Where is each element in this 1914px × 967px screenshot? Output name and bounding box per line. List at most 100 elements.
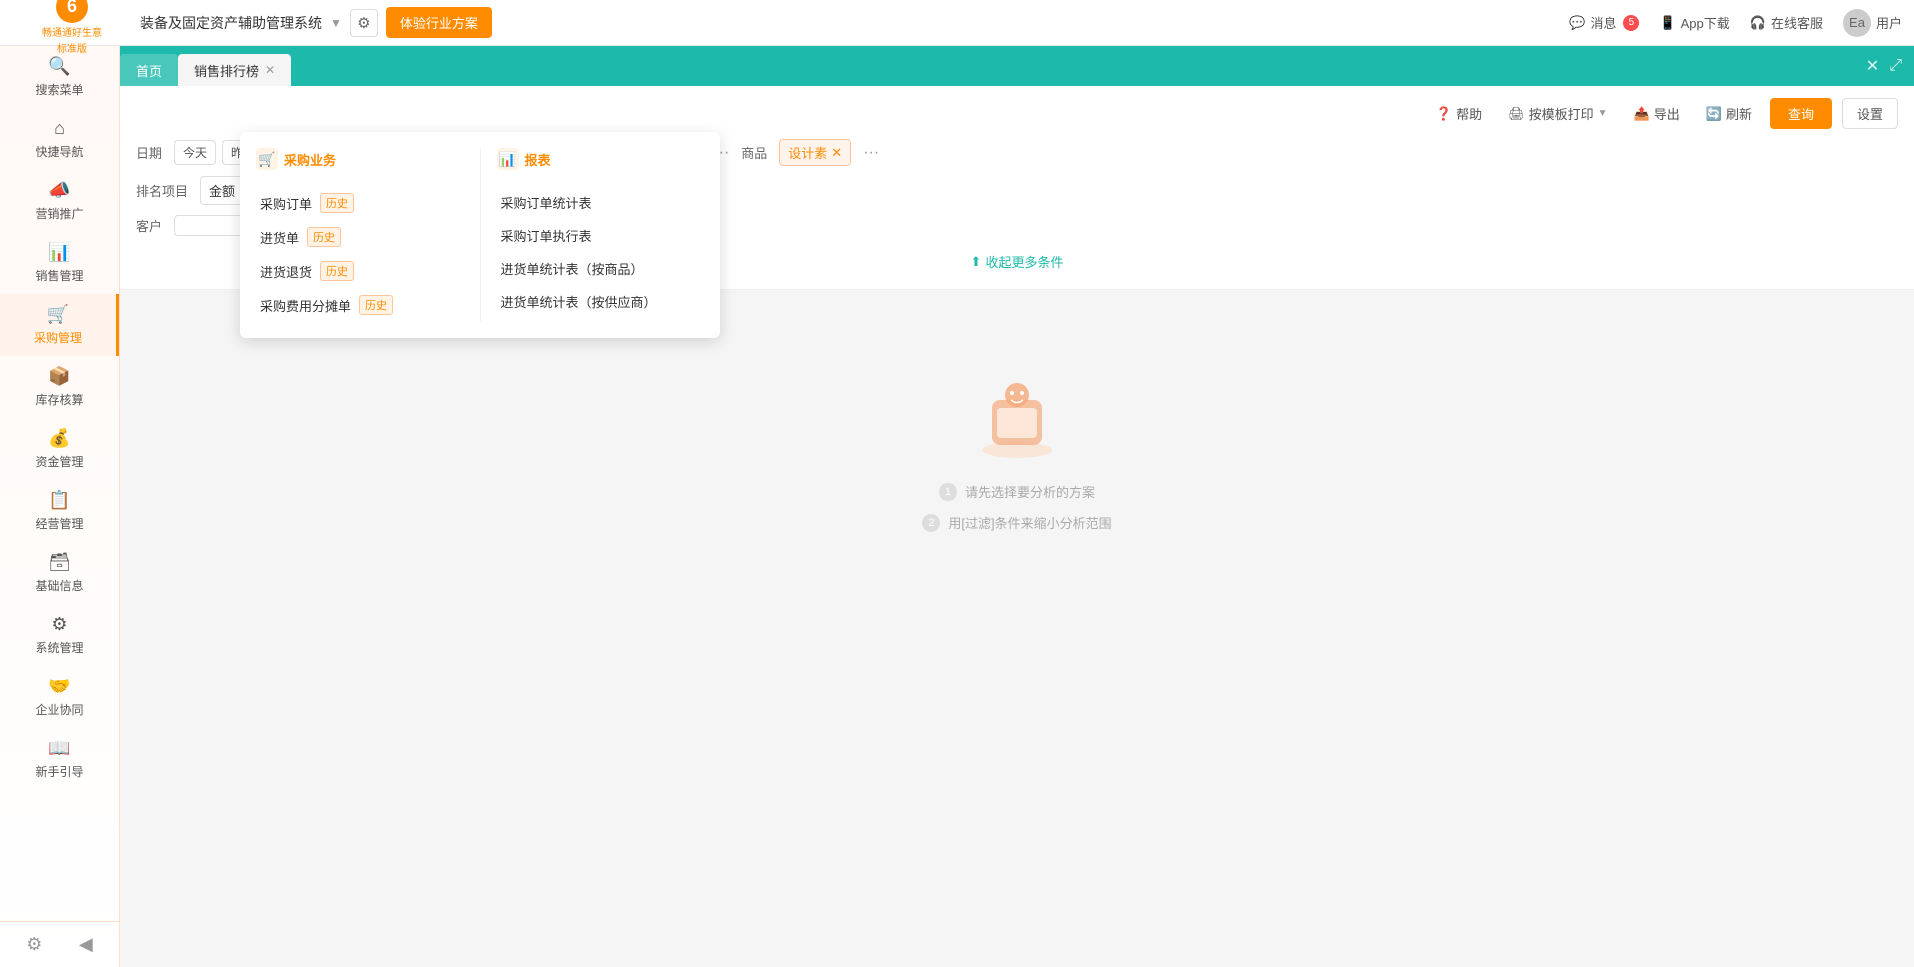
- tab-home[interactable]: 首页: [120, 54, 178, 86]
- purchase-report-label: 报表: [525, 150, 551, 169]
- print-icon: 🖨: [1508, 106, 1525, 122]
- sidebar-item-marketing[interactable]: 📣 营销推广: [0, 170, 119, 232]
- toolbar-row: ❓ 帮助 🖨 按模板打印 ▼ 📤 导出 🔄: [136, 98, 1898, 129]
- online-service-action[interactable]: 🎧 在线客服: [1750, 13, 1823, 32]
- topbar: 6 畅通通好生意 标准版 装备及固定资产辅助管理系统 ▼ ⚙ 体验行业方案 💬 …: [0, 0, 1914, 46]
- goods-label: 商品: [741, 143, 767, 162]
- sidebar-item-quicknav[interactable]: ⌂ 快捷导航: [0, 108, 119, 170]
- po-exec-item[interactable]: 采购订单执行表: [497, 219, 705, 252]
- help-button[interactable]: ❓ 帮助: [1428, 100, 1490, 127]
- purchase-order-history: 历史: [320, 193, 354, 213]
- empty-tip2: 2 用[过滤]条件来缩小分析范围: [922, 513, 1111, 532]
- message-icon: 💬: [1569, 15, 1585, 31]
- empty-tip1: 1 请先选择要分析的方案: [939, 482, 1095, 501]
- message-action[interactable]: 💬 消息 5: [1569, 13, 1639, 32]
- goods-tag-close[interactable]: ✕: [831, 145, 842, 161]
- refresh-button[interactable]: 🔄 刷新: [1698, 100, 1760, 127]
- marketing-icon: 📣: [48, 180, 70, 201]
- purchase-business-title: 🛒 采购业务: [256, 148, 464, 176]
- refresh-label: 刷新: [1726, 104, 1752, 123]
- tab-bar: 首页 销售排行榜 ✕ ✕ ⤢: [120, 46, 1914, 86]
- sidebar-label-quicknav: 快捷导航: [35, 143, 83, 160]
- tab-expand-icon[interactable]: ⤢: [1889, 57, 1902, 75]
- customer-label: 客户: [136, 216, 162, 235]
- sales-icon: 📊: [48, 242, 70, 263]
- tab-bar-right: ✕ ⤢: [1866, 46, 1914, 86]
- settings-button[interactable]: 设置: [1842, 98, 1898, 129]
- sidebar-item-search[interactable]: 🔍 搜索菜单: [0, 46, 119, 108]
- goods-return-history: 历史: [320, 261, 354, 281]
- system-dropdown-arrow[interactable]: ▼: [330, 16, 342, 30]
- tab-sales-rank[interactable]: 销售排行榜 ✕: [178, 54, 291, 86]
- sidebar-item-sales[interactable]: 📊 销售管理: [0, 232, 119, 294]
- date-label: 日期: [136, 143, 162, 162]
- sidebar-item-purchase[interactable]: 🛒 采购管理: [0, 294, 119, 356]
- sidebar-label-basic: 基础信息: [35, 577, 83, 594]
- message-badge: 5: [1623, 15, 1639, 31]
- goods-receipt-history: 历史: [307, 227, 341, 247]
- purchase-order-label: 采购订单: [260, 194, 312, 213]
- tab-home-label: 首页: [136, 61, 162, 80]
- home-icon: ⌂: [54, 118, 65, 139]
- tab-close-icon[interactable]: ✕: [265, 63, 275, 77]
- po-stats-item[interactable]: 采购订单统计表: [497, 186, 705, 219]
- logo-area: 6 畅通通好生意 标准版: [12, 0, 132, 55]
- goods-stats-by-goods-item[interactable]: 进货单统计表（按商品）: [497, 252, 705, 285]
- sidebar-label-system: 系统管理: [35, 639, 83, 656]
- guide-icon: 📖: [48, 738, 70, 759]
- tab-sales-rank-label: 销售排行榜: [194, 61, 259, 80]
- user-avatar: Ea: [1843, 9, 1871, 37]
- sidebar: 🔍 搜索菜单 ⌂ 快捷导航 📣 营销推广 📊 销售管理 🛒 采购管理 📦: [0, 46, 120, 967]
- sidebar-label-search: 搜索菜单: [35, 81, 83, 98]
- export-button[interactable]: 📤 导出: [1626, 100, 1688, 127]
- purchase-col-icon: 🛒: [256, 148, 278, 170]
- collapse-label: 收起更多条件: [985, 252, 1063, 271]
- goods-tag: 设计素 ✕: [779, 139, 851, 166]
- print-dropdown-icon: ▼: [1598, 108, 1608, 119]
- sidebar-item-inventory[interactable]: 📦 库存核算: [0, 356, 119, 418]
- industry-button[interactable]: 体验行业方案: [386, 7, 492, 38]
- system-icon: ⚙: [51, 614, 67, 635]
- user-label: 用户: [1876, 13, 1902, 32]
- po-stats-label: 采购订单统计表: [501, 193, 592, 212]
- sidebar-nav: 🔍 搜索菜单 ⌂ 快捷导航 📣 营销推广 📊 销售管理 🛒 采购管理 📦: [0, 46, 119, 921]
- goods-return-item[interactable]: 进货退货 历史: [256, 254, 464, 288]
- inventory-icon: 📦: [48, 366, 70, 387]
- goods-more[interactable]: ···: [863, 144, 879, 162]
- purchase-expense-history: 历史: [359, 295, 393, 315]
- query-button[interactable]: 查询: [1770, 98, 1832, 129]
- gear-button[interactable]: ⚙: [350, 9, 378, 37]
- basic-icon: 🗃: [48, 552, 71, 573]
- empty-icon: [967, 370, 1067, 470]
- sidebar-item-finance[interactable]: 💰 资金管理: [0, 418, 119, 480]
- purchase-order-item[interactable]: 采购订单 历史: [256, 186, 464, 220]
- app-download-label: App下载: [1681, 13, 1730, 32]
- goods-receipt-item[interactable]: 进货单 历史: [256, 220, 464, 254]
- print-button[interactable]: 🖨 按模板打印 ▼: [1500, 100, 1615, 127]
- message-label: 消息: [1590, 13, 1616, 32]
- sidebar-collapse-button[interactable]: ◀: [79, 934, 93, 955]
- po-exec-label: 采购订单执行表: [501, 226, 592, 245]
- sidebar-label-inventory: 库存核算: [35, 391, 83, 408]
- collapse-button[interactable]: ⬆ 收起更多条件: [965, 246, 1070, 277]
- step1-label: 请先选择要分析的方案: [965, 482, 1095, 501]
- sidebar-item-enterprise[interactable]: 🤝 企业协同: [0, 666, 119, 728]
- collapse-arrow-icon: ⬆: [971, 254, 982, 270]
- app-download-action[interactable]: 📱 App下载: [1659, 13, 1729, 32]
- date-today[interactable]: 今天: [174, 140, 216, 165]
- sidebar-item-guide[interactable]: 📖 新手引导: [0, 728, 119, 790]
- goods-stats-by-supplier-item[interactable]: 进货单统计表（按供应商）: [497, 285, 705, 318]
- sidebar-item-operations[interactable]: 📋 经营管理: [0, 480, 119, 542]
- purchase-expense-item[interactable]: 采购费用分摊单 历史: [256, 288, 464, 322]
- tab-close-window-icon[interactable]: ✕: [1866, 56, 1879, 76]
- logo-subtitle: 标准版: [57, 40, 87, 55]
- refresh-icon: 🔄: [1706, 106, 1722, 122]
- purchase-business-col: 🛒 采购业务 采购订单 历史 进货单 历史 进货退货 历史 采购费用分摊单: [240, 148, 480, 322]
- purchase-report-col: 📊 报表 采购订单统计表 采购订单执行表 进货单统计表（按商品） 进货单统计表（…: [480, 148, 721, 322]
- sidebar-settings-button[interactable]: ⚙: [26, 934, 42, 955]
- sidebar-item-system[interactable]: ⚙ 系统管理: [0, 604, 119, 666]
- user-action[interactable]: Ea 用户: [1843, 9, 1902, 37]
- sidebar-item-basic[interactable]: 🗃 基础信息: [0, 542, 119, 604]
- topbar-right: 💬 消息 5 📱 App下载 🎧 在线客服 Ea 用户: [1569, 9, 1902, 37]
- system-title: 装备及固定资产辅助管理系统: [140, 13, 322, 33]
